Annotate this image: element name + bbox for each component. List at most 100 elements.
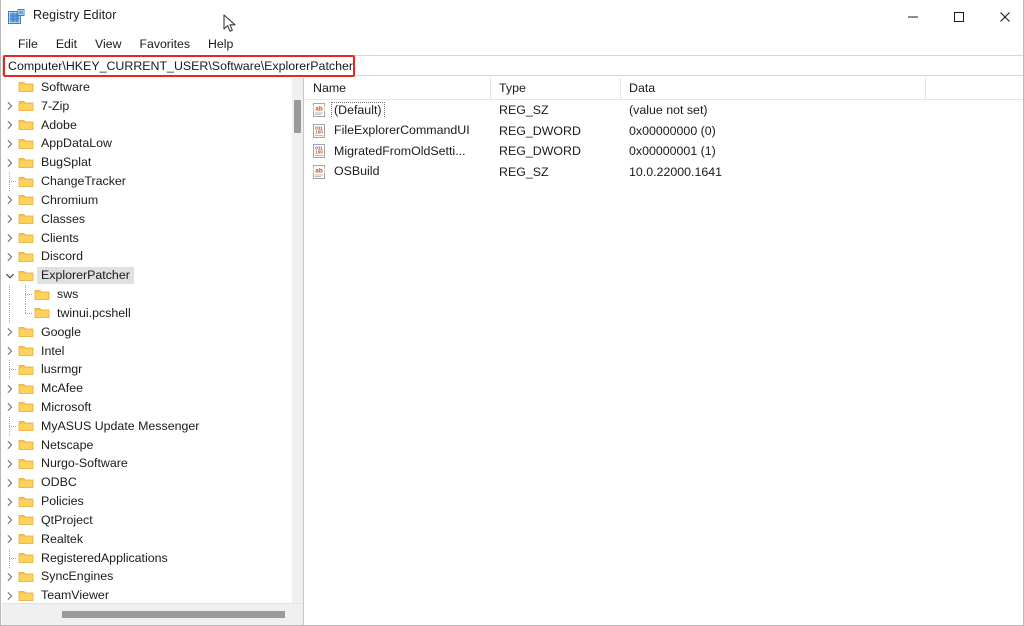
chevron-right-icon[interactable]	[2, 343, 18, 359]
tree-item-clients[interactable]: Clients	[2, 229, 292, 248]
tree-item-software[interactable]: Software	[2, 78, 292, 97]
folder-icon	[18, 531, 34, 547]
tree-item-label: ChangeTracker	[37, 173, 130, 190]
chevron-right-icon[interactable]	[2, 531, 18, 547]
tree-item-label: MyASUS Update Messenger	[37, 418, 203, 435]
value-row[interactable]: abOSBuildREG_SZ10.0.22000.1641	[305, 162, 1024, 183]
value-row[interactable]: ab(Default)REG_SZ(value not set)	[305, 100, 1024, 121]
chevron-right-icon[interactable]	[2, 475, 18, 491]
tree-item-nurgo-software[interactable]: Nurgo-Software	[2, 455, 292, 474]
chevron-down-icon[interactable]	[2, 268, 18, 284]
tree-item-myasus-update-messenger[interactable]: MyASUS Update Messenger	[2, 417, 292, 436]
tree-item-google[interactable]: Google	[2, 323, 292, 342]
tree-item-twinui-pcshell[interactable]: twinui.pcshell	[2, 304, 292, 323]
tree-item-bugsplat[interactable]: BugSplat	[2, 153, 292, 172]
chevron-right-icon[interactable]	[2, 98, 18, 114]
tree-item-realtek[interactable]: Realtek	[2, 530, 292, 549]
tree-item-registeredapplications[interactable]: RegisteredApplications	[2, 549, 292, 568]
folder-icon	[18, 192, 34, 208]
column-header-name[interactable]: Name	[305, 78, 491, 100]
tree-item-odbc[interactable]: ODBC	[2, 473, 292, 492]
chevron-right-icon[interactable]	[2, 512, 18, 528]
folder-icon	[18, 437, 34, 453]
folder-icon	[18, 343, 34, 359]
menu-item-help[interactable]: Help	[199, 35, 242, 54]
chevron-right-icon[interactable]	[2, 117, 18, 133]
chevron-right-icon[interactable]	[2, 569, 18, 585]
tree-item-label: BugSplat	[37, 154, 95, 171]
value-row[interactable]: 011100FileExplorerCommandUIREG_DWORD0x00…	[305, 121, 1024, 142]
dword-value-icon: 011100	[311, 123, 327, 139]
menu-item-file[interactable]: File	[9, 35, 47, 54]
chevron-right-icon[interactable]	[2, 136, 18, 152]
menu-item-favorites[interactable]: Favorites	[130, 35, 199, 54]
tree-item-teamviewer[interactable]: TeamViewer	[2, 586, 292, 603]
tree-item-adobe[interactable]: Adobe	[2, 116, 292, 135]
chevron-right-icon[interactable]	[2, 192, 18, 208]
chevron-right-icon[interactable]	[2, 588, 18, 603]
tree-vertical-scrollbar-thumb[interactable]	[294, 100, 301, 133]
tree-item-explorerpatcher[interactable]: ExplorerPatcher	[2, 266, 292, 285]
chevron-right-icon[interactable]	[2, 230, 18, 246]
tree-item-label: TeamViewer	[37, 587, 113, 603]
tree-item-netscape[interactable]: Netscape	[2, 436, 292, 455]
tree-item-intel[interactable]: Intel	[2, 342, 292, 361]
chevron-right-icon[interactable]	[2, 249, 18, 265]
menu-item-view[interactable]: View	[86, 35, 130, 54]
folder-icon	[18, 512, 34, 528]
tree-horizontal-scrollbar[interactable]	[2, 603, 303, 625]
tree-item-mcafee[interactable]: McAfee	[2, 379, 292, 398]
values-list[interactable]: ab(Default)REG_SZ(value not set) 011100 Fi…	[305, 100, 1024, 182]
chevron-right-icon[interactable]	[2, 437, 18, 453]
tree-item-policies[interactable]: Policies	[2, 492, 292, 511]
tree-item-label: twinui.pcshell	[53, 305, 135, 322]
value-name: OSBuild	[332, 164, 381, 179]
tree-item-label: AppDataLow	[37, 135, 116, 152]
tree-item-label: Nurgo-Software	[37, 455, 132, 472]
menu-item-edit[interactable]: Edit	[47, 35, 86, 54]
tree-item-7-zip[interactable]: 7-Zip	[2, 97, 292, 116]
tree-vertical-scrollbar[interactable]	[292, 78, 303, 603]
tree-item-label: McAfee	[37, 380, 87, 397]
maximize-button[interactable]	[936, 0, 982, 33]
tree-item-changetracker[interactable]: ChangeTracker	[2, 172, 292, 191]
column-header-data[interactable]: Data	[621, 78, 926, 100]
folder-icon	[18, 136, 34, 152]
folder-icon	[18, 268, 34, 284]
folder-icon	[18, 569, 34, 585]
chevron-right-icon[interactable]	[2, 456, 18, 472]
tree-item-classes[interactable]: Classes	[2, 210, 292, 229]
column-header-type[interactable]: Type	[491, 78, 621, 100]
tree-item-qtproject[interactable]: QtProject	[2, 511, 292, 530]
tree-item-label: ExplorerPatcher	[37, 267, 134, 284]
chevron-right-icon[interactable]	[2, 155, 18, 171]
tree-horizontal-scrollbar-thumb[interactable]	[62, 611, 285, 618]
registry-path-input[interactable]: Computer\HKEY_CURRENT_USER\Software\Expl…	[2, 55, 1024, 76]
tree-item-appdatalow[interactable]: AppDataLow	[2, 134, 292, 153]
string-value-icon: ab	[311, 164, 327, 180]
folder-icon	[18, 494, 34, 510]
tree-item-syncengines[interactable]: SyncEngines	[2, 568, 292, 587]
chevron-right-icon[interactable]	[2, 399, 18, 415]
svg-text:ab: ab	[315, 106, 323, 113]
chevron-right-icon[interactable]	[2, 211, 18, 227]
dword-value-icon: 011100	[311, 143, 327, 159]
minimize-button[interactable]	[890, 0, 936, 33]
tree-item-label: QtProject	[37, 512, 97, 529]
chevron-right-icon[interactable]	[2, 494, 18, 510]
chevron-right-icon[interactable]	[2, 324, 18, 340]
close-button[interactable]	[982, 0, 1024, 33]
folder-icon	[18, 324, 34, 340]
value-row[interactable]: 011100MigratedFromOldSetti...REG_DWORD0x…	[305, 141, 1024, 162]
folder-icon	[18, 550, 34, 566]
folder-icon	[34, 287, 50, 303]
value-name: FileExplorerCommandUI	[332, 123, 472, 138]
tree-item-sws[interactable]: sws	[2, 285, 292, 304]
registry-key-tree[interactable]: Software7-ZipAdobeAppDataLow BugSplat Chan…	[2, 78, 292, 603]
tree-connector-line	[2, 549, 18, 568]
chevron-right-icon[interactable]	[2, 381, 18, 397]
tree-item-lusrmgr[interactable]: lusrmgr	[2, 360, 292, 379]
tree-item-chromium[interactable]: Chromium	[2, 191, 292, 210]
tree-item-microsoft[interactable]: Microsoft	[2, 398, 292, 417]
tree-item-discord[interactable]: Discord	[2, 247, 292, 266]
